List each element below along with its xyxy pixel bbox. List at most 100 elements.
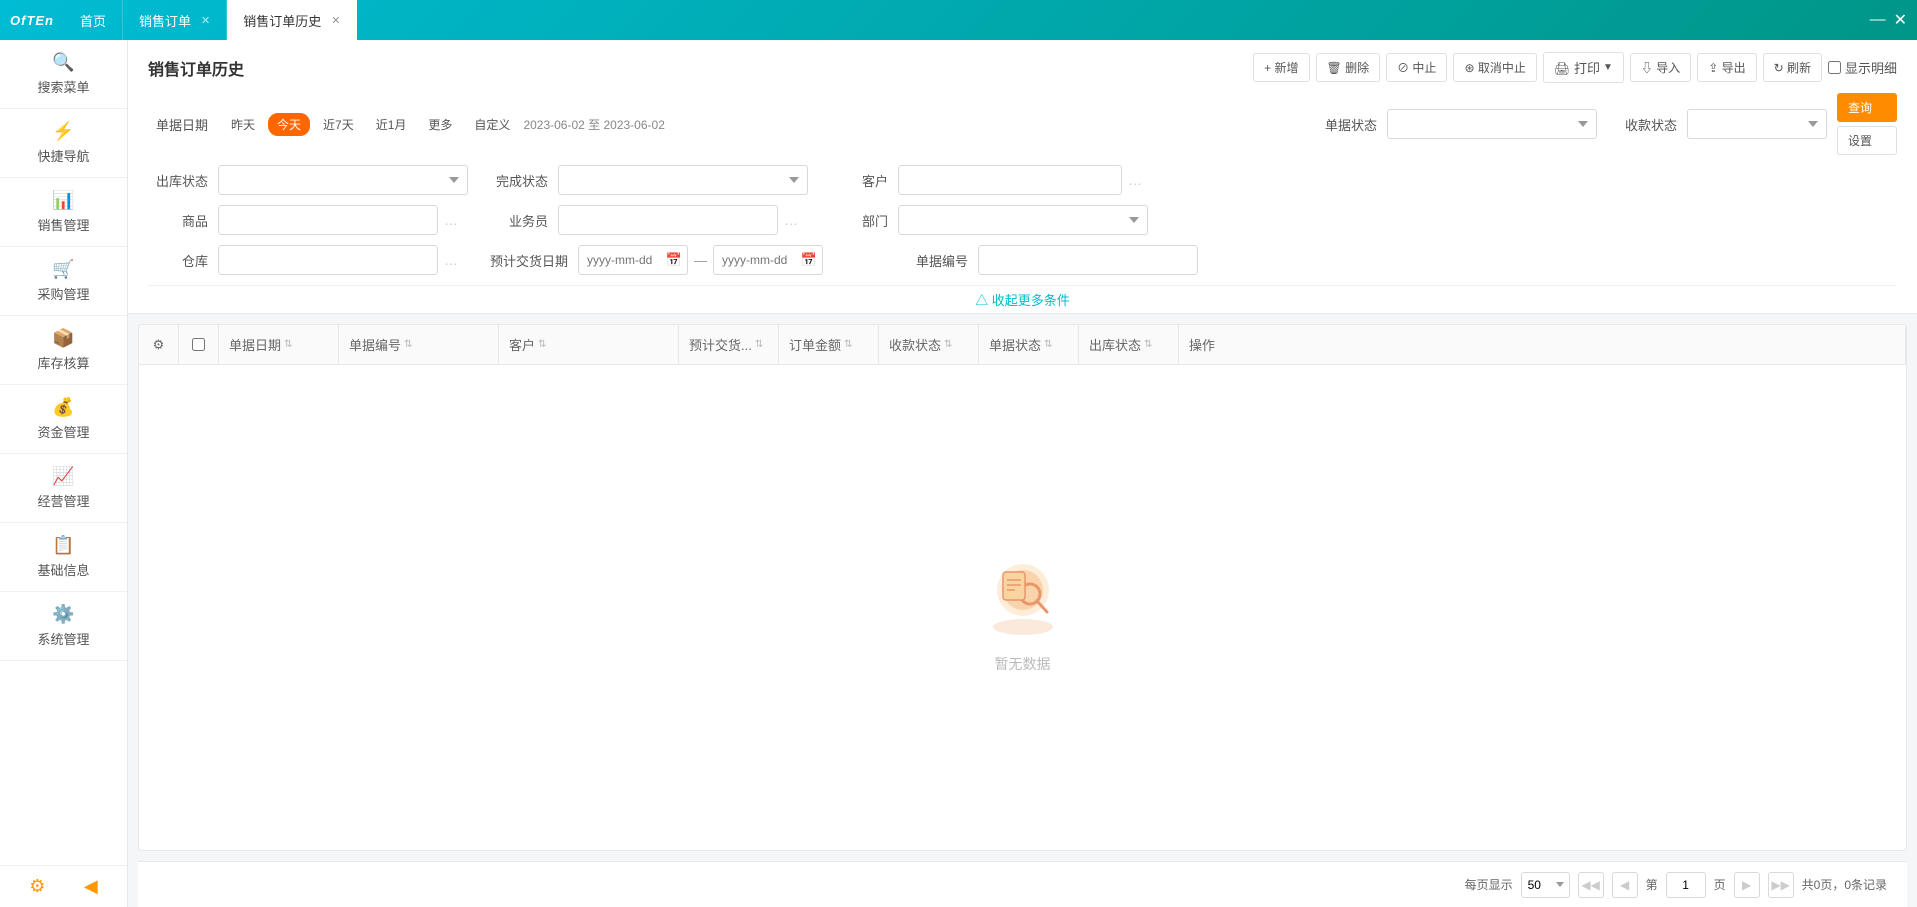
- delete-button[interactable]: 🗑 删除: [1316, 53, 1381, 82]
- new-button[interactable]: + 新增: [1253, 53, 1309, 82]
- date-tag-last7[interactable]: 近7天: [314, 113, 363, 136]
- close-history-tab[interactable]: ✕: [331, 14, 340, 27]
- filter-row-3: 商品 … 业务员 … 部门: [148, 205, 1897, 235]
- customer-input[interactable]: [898, 165, 1122, 195]
- display-cols-toggle[interactable]: 显示明细: [1828, 58, 1897, 77]
- date-tag-yesterday[interactable]: 昨天: [222, 113, 264, 136]
- import-button[interactable]: ⇩ 导入: [1630, 53, 1691, 82]
- goods-input[interactable]: [218, 205, 438, 235]
- warehouse-ellipsis[interactable]: …: [438, 252, 464, 268]
- th-checkbox[interactable]: [179, 325, 219, 364]
- goods-ellipsis[interactable]: …: [438, 212, 464, 228]
- th-warehouse[interactable]: 出库状态 ⇅: [1079, 325, 1179, 364]
- select-all-checkbox[interactable]: [192, 338, 205, 351]
- warehouse-input[interactable]: [218, 245, 438, 275]
- receipt-status-select[interactable]: [1687, 109, 1827, 139]
- prev-page-button[interactable]: ◀: [1612, 872, 1638, 898]
- sidebar-item-purchase-mgmt[interactable]: 🛒 采购管理: [0, 247, 127, 316]
- sys-mgmt-icon: ⚙️: [52, 604, 74, 625]
- date-tag-last1month[interactable]: 近1月: [367, 113, 416, 136]
- page-size-select[interactable]: 10 20 50 100: [1521, 872, 1570, 898]
- last-page-button[interactable]: ▶▶: [1768, 872, 1794, 898]
- collapse-filters-row[interactable]: △ 收起更多条件: [148, 285, 1897, 313]
- sales-mgmt-icon: 📊: [52, 190, 74, 211]
- salesperson-input[interactable]: [558, 205, 778, 235]
- sort-number-icon: ⇅: [404, 339, 412, 350]
- receipt-status-label: 收款状态: [1617, 115, 1687, 134]
- warehouse-label: 仓库: [148, 251, 218, 270]
- tab-list: OfTEn 首页 销售订单 ✕ 销售订单历史 ✕: [10, 0, 1870, 40]
- total-info: 共0页，0条记录: [1802, 876, 1887, 893]
- customer-ellipsis[interactable]: …: [1122, 172, 1148, 188]
- first-page-button[interactable]: ◀◀: [1578, 872, 1604, 898]
- top-bar: OfTEn 首页 销售订单 ✕ 销售订单历史 ✕ — ✕: [0, 0, 1917, 40]
- finance-icon: 💰: [52, 397, 74, 418]
- th-amount[interactable]: 订单金额 ⇅: [779, 325, 879, 364]
- tab-home[interactable]: 首页: [64, 0, 123, 40]
- delivery-start-input[interactable]: [578, 245, 688, 275]
- th-settings[interactable]: ⚙: [139, 325, 179, 364]
- delivery-end-input[interactable]: [713, 245, 823, 275]
- date-filter-group: 单据日期 昨天 今天 近7天 近1月 更多 自定义 2023-06-02 至 2…: [148, 113, 1297, 136]
- warehouse-status-select[interactable]: [218, 165, 468, 195]
- th-customer[interactable]: 客户 ⇅: [499, 325, 679, 364]
- salesperson-ellipsis[interactable]: …: [778, 212, 804, 228]
- sidebar-item-finance[interactable]: 💰 资金管理: [0, 385, 127, 454]
- search-menu-icon: 🔍: [52, 52, 74, 73]
- empty-state: 暂无数据: [139, 365, 1906, 850]
- date-tag-more[interactable]: 更多: [419, 113, 461, 136]
- settings-bottom-icon[interactable]: ⚙: [29, 876, 45, 897]
- print-button[interactable]: 🖨 打印 ▼: [1543, 52, 1624, 83]
- filter-row-4: 仓库 … 预计交货日期 📅 — 📅: [148, 245, 1897, 275]
- date-tag-custom[interactable]: 自定义: [465, 113, 519, 136]
- next-page-button[interactable]: ▶: [1734, 872, 1760, 898]
- date-tag-today[interactable]: 今天: [268, 113, 310, 136]
- bill-number-input[interactable]: [978, 245, 1198, 275]
- goods-label: 商品: [148, 211, 218, 230]
- bill-number-group: 单据编号: [908, 245, 1228, 275]
- close-sales-order-tab[interactable]: ✕: [201, 14, 210, 27]
- tab-sales-order[interactable]: 销售订单 ✕: [123, 0, 227, 40]
- sidebar-item-sales-mgmt[interactable]: 📊 销售管理: [0, 178, 127, 247]
- delivery-start-wrapper: 📅: [578, 245, 688, 275]
- th-bill-status[interactable]: 单据状态 ⇅: [979, 325, 1079, 364]
- operations-icon: 📈: [52, 466, 74, 487]
- table-settings-icon[interactable]: ⚙: [153, 337, 165, 353]
- minimize-icon[interactable]: —: [1870, 11, 1886, 29]
- th-receipt[interactable]: 收款状态 ⇅: [879, 325, 979, 364]
- close-app-icon[interactable]: ✕: [1894, 10, 1907, 30]
- cancel-stop-button[interactable]: ⊛ 取消中止: [1453, 53, 1536, 82]
- page-word: 第: [1646, 876, 1658, 893]
- main-layout: 🔍 搜索菜单 ⚡ 快捷导航 📊 销售管理 🛒 采购管理 📦 库存核算 💰 资金管…: [0, 40, 1917, 907]
- page-number-input[interactable]: [1666, 872, 1706, 898]
- th-number[interactable]: 单据编号 ⇅: [339, 325, 499, 364]
- settings-button[interactable]: 设置: [1837, 126, 1897, 155]
- th-date[interactable]: 单据日期 ⇅: [219, 325, 339, 364]
- bill-status-select[interactable]: [1387, 109, 1597, 139]
- sidebar-item-quick-nav[interactable]: ⚡ 快捷导航: [0, 109, 127, 178]
- sidebar-item-base-info[interactable]: 📋 基础信息: [0, 523, 127, 592]
- refresh-button[interactable]: ↻ 刷新: [1763, 53, 1822, 82]
- th-delivery[interactable]: 预计交货... ⇅: [679, 325, 779, 364]
- page-title-row: 销售订单历史 + 新增 🗑 删除 ⊘ 中止 ⊛ 取消中止 🖨 打印 ▼ ⇩ 导入…: [148, 52, 1897, 83]
- receipt-status-group: 收款状态 查询 设置: [1617, 93, 1897, 155]
- collapse-sidebar-icon[interactable]: ◀: [84, 876, 98, 897]
- bill-status-group: 单据状态: [1317, 109, 1597, 139]
- bill-number-label: 单据编号: [908, 251, 978, 270]
- sidebar-item-operations[interactable]: 📈 经营管理: [0, 454, 127, 523]
- empty-illustration: [973, 542, 1073, 642]
- sidebar-item-inventory[interactable]: 📦 库存核算: [0, 316, 127, 385]
- sidebar-item-search-menu[interactable]: 🔍 搜索菜单: [0, 40, 127, 109]
- display-cols-checkbox[interactable]: [1828, 61, 1841, 74]
- sidebar-item-sys-mgmt[interactable]: ⚙️ 系统管理: [0, 592, 127, 661]
- salesperson-label: 业务员: [488, 211, 558, 230]
- stop-button[interactable]: ⊘ 中止: [1386, 53, 1447, 82]
- query-button[interactable]: 查询: [1837, 93, 1897, 122]
- delivery-end-wrapper: 📅: [713, 245, 823, 275]
- tab-sales-order-history[interactable]: 销售订单历史 ✕: [227, 0, 357, 40]
- export-button[interactable]: ⇪ 导出: [1697, 53, 1756, 82]
- department-select[interactable]: [898, 205, 1148, 235]
- date-separator: —: [688, 253, 713, 268]
- warehouse-status-group: 出库状态: [148, 165, 468, 195]
- completion-status-select[interactable]: [558, 165, 808, 195]
